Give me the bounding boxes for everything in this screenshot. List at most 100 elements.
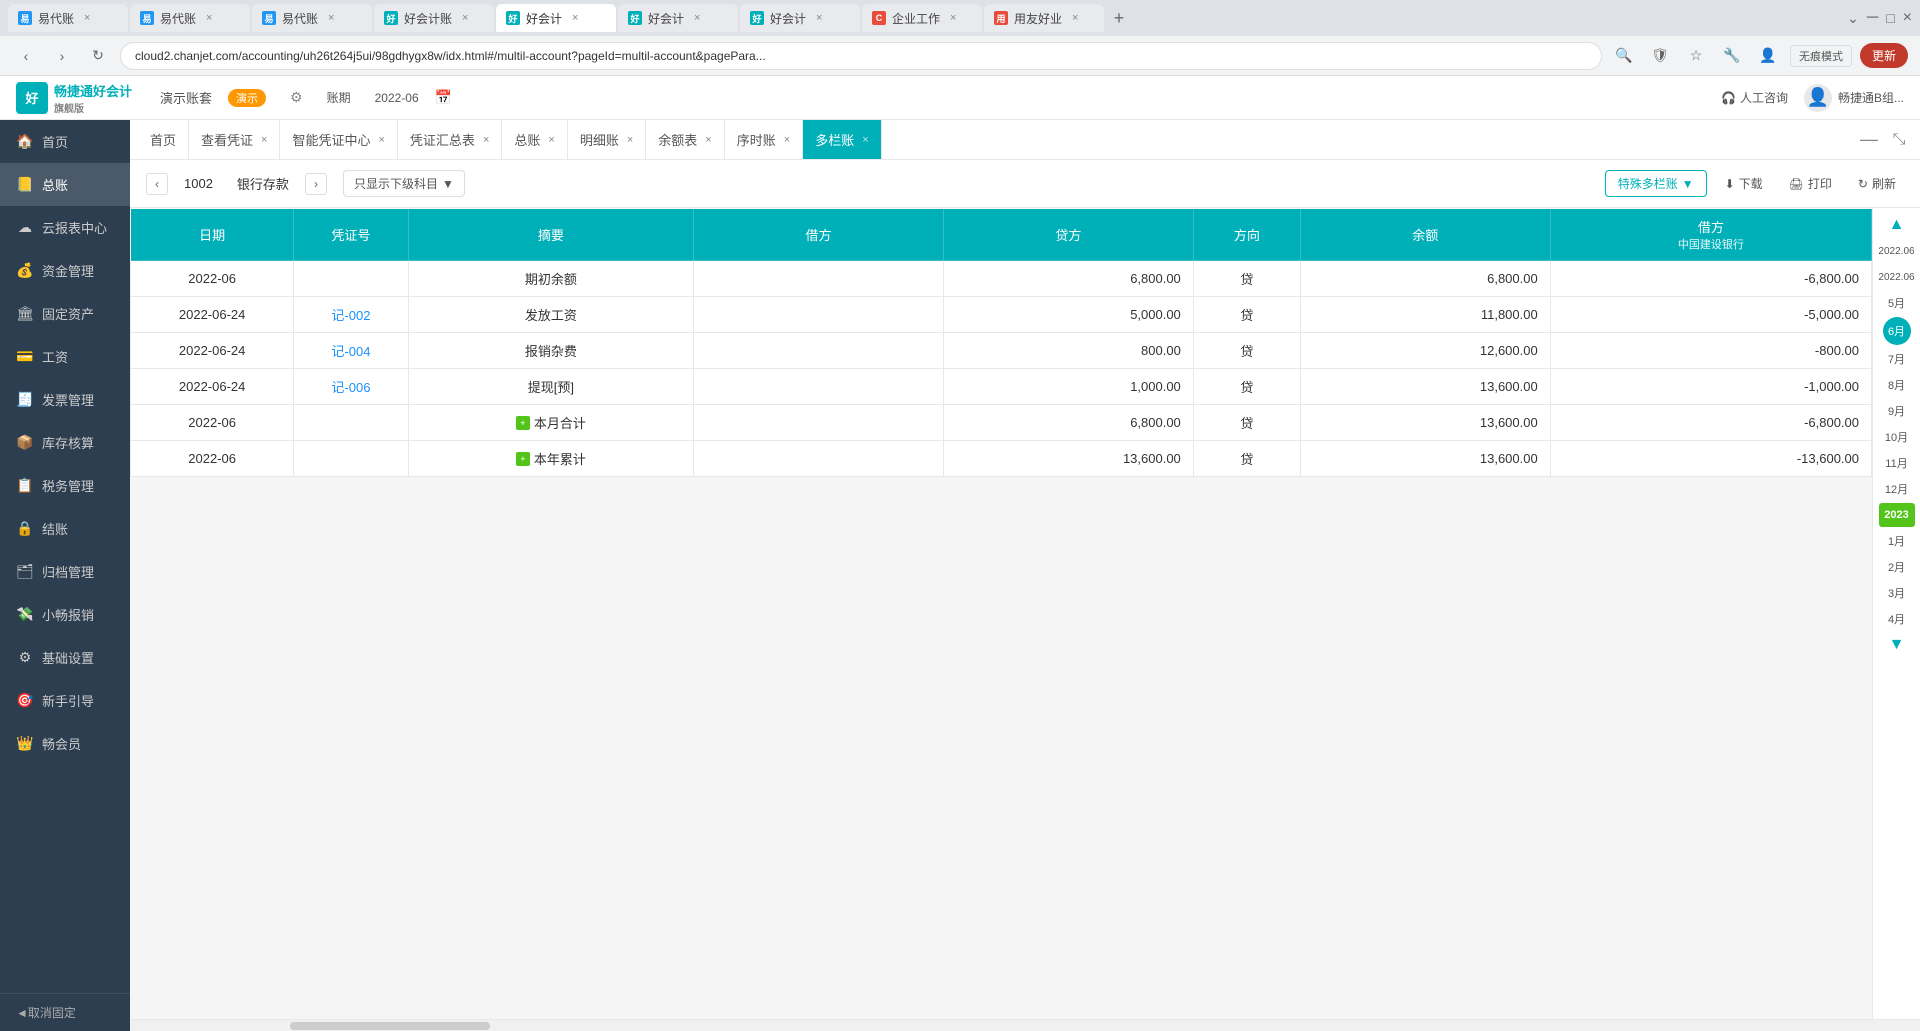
month-2[interactable]: 2月 [1879, 555, 1915, 579]
month-3[interactable]: 3月 [1879, 581, 1915, 605]
tab-close-8[interactable]: × [950, 12, 956, 24]
update-button[interactable]: 更新 [1860, 43, 1908, 68]
tab-general-ledger-close[interactable]: × [548, 134, 554, 146]
sidebar-item-fund[interactable]: 💰 资金管理 [0, 249, 130, 292]
star-icon[interactable]: ☆ [1682, 42, 1710, 70]
incognito-button[interactable]: 无痕模式 [1790, 45, 1852, 67]
sidebar-item-assets[interactable]: 🏛 固定资产 [0, 292, 130, 335]
service-button[interactable]: 🎧 人工咨询 [1721, 89, 1788, 106]
month-1[interactable]: 1月 [1879, 529, 1915, 553]
browser-tab-9[interactable]: 用 用友好业 × [984, 4, 1104, 32]
sidebar-item-payroll[interactable]: 💳 工资 [0, 335, 130, 378]
sidebar-item-closing[interactable]: 🔒 结账 [0, 507, 130, 550]
account-next-button[interactable]: › [305, 173, 327, 195]
tab-close-3[interactable]: × [328, 12, 334, 24]
browser-tab-1[interactable]: 易 易代账 × [8, 4, 128, 32]
browser-tab-4[interactable]: 好 好会计账 × [374, 4, 494, 32]
search-icon[interactable]: 🔍 [1610, 42, 1638, 70]
sidebar-item-inventory[interactable]: 📦 库存核算 [0, 421, 130, 464]
tab-home[interactable]: 首页 [138, 120, 189, 160]
month-5[interactable]: 5月 [1879, 291, 1915, 315]
tab-overflow-button[interactable]: ⌄ [1847, 10, 1859, 27]
tab-multi-column[interactable]: 多栏账 × [803, 120, 881, 160]
sidebar-item-settings[interactable]: ⚙ 基础设置 [0, 636, 130, 679]
tab-close-1[interactable]: × [84, 12, 90, 24]
sidebar-item-invoice[interactable]: 🧾 发票管理 [0, 378, 130, 421]
tab-chronological-close[interactable]: × [784, 134, 790, 146]
month-8[interactable]: 8月 [1879, 373, 1915, 397]
calendar-icon[interactable]: 📅 [435, 89, 452, 106]
month-7[interactable]: 7月 [1879, 347, 1915, 371]
tab-balance-close[interactable]: × [705, 134, 711, 146]
tab-view-voucher-close[interactable]: × [261, 134, 267, 146]
new-tab-button[interactable]: + [1106, 5, 1132, 31]
address-input[interactable] [120, 42, 1602, 70]
tab-close-4[interactable]: × [462, 12, 468, 24]
extensions-icon[interactable]: 🔧 [1718, 42, 1746, 70]
sidebar-item-member[interactable]: 👑 畅会员 [0, 722, 130, 765]
scrollbar-thumb[interactable] [290, 1022, 490, 1030]
month-6[interactable]: 6月 [1883, 317, 1911, 345]
special-multi-column-button[interactable]: 特殊多栏账 ▼ [1605, 170, 1707, 197]
tab-close-9[interactable]: × [1072, 12, 1078, 24]
month-12[interactable]: 12月 [1879, 477, 1915, 501]
browser-tab-8[interactable]: C 企业工作 × [862, 4, 982, 32]
month-scroll-up[interactable]: ▲ [1889, 216, 1905, 234]
tab-expand-button[interactable]: ⤡ [1886, 127, 1912, 153]
tab-detail-ledger[interactable]: 明细账 × [568, 120, 646, 160]
browser-tab-5[interactable]: 好 好会计 × [496, 4, 616, 32]
forward-button[interactable]: › [48, 42, 76, 70]
tab-general-ledger[interactable]: 总账 × [502, 120, 567, 160]
sidebar-item-tax[interactable]: 📋 税务管理 [0, 464, 130, 507]
browser-tab-2[interactable]: 易 易代账 × [130, 4, 250, 32]
sidebar-item-home[interactable]: 🏠 首页 [0, 120, 130, 163]
tab-detail-ledger-close[interactable]: × [627, 134, 633, 146]
maximize-button[interactable]: □ [1886, 10, 1894, 26]
tab-smart-voucher-close[interactable]: × [378, 134, 384, 146]
browser-tab-6[interactable]: 好 好会计 × [618, 4, 738, 32]
cell-voucher-3[interactable]: 记-004 [294, 333, 408, 369]
horizontal-scrollbar[interactable] [130, 1019, 1920, 1031]
user-profile[interactable]: 👤 畅捷通B组... [1804, 84, 1904, 112]
sidebar-item-ledger[interactable]: 📒 总账 [0, 163, 130, 206]
refresh-button[interactable]: ↻ 刷新 [1850, 171, 1904, 196]
sidebar-item-guide[interactable]: 🎯 新手引导 [0, 679, 130, 722]
month-scroll-down[interactable]: ▼ [1889, 636, 1905, 654]
print-button[interactable]: 🖨 打印 [1781, 171, 1840, 196]
month-10[interactable]: 10月 [1879, 425, 1915, 449]
sidebar-item-cloud-report[interactable]: ☁ 云报表中心 [0, 206, 130, 249]
tab-balance[interactable]: 余额表 × [646, 120, 724, 160]
back-button[interactable]: ‹ [12, 42, 40, 70]
browser-tab-7[interactable]: 好 好会计 × [740, 4, 860, 32]
tab-chronological[interactable]: 序时账 × [725, 120, 803, 160]
period-2022-06-1[interactable]: 2022.06 [1879, 239, 1915, 263]
tab-close-7[interactable]: × [816, 12, 822, 24]
month-9[interactable]: 9月 [1879, 399, 1915, 423]
sidebar-item-expense[interactable]: 💸 小畅报销 [0, 593, 130, 636]
cell-voucher-4[interactable]: 记-006 [294, 369, 408, 405]
settings-icon[interactable]: ⚙ [290, 89, 303, 106]
cell-voucher-2[interactable]: 记-002 [294, 297, 408, 333]
sidebar-item-archive[interactable]: 🗂 归档管理 [0, 550, 130, 593]
close-window-button[interactable]: × [1903, 9, 1912, 27]
download-button[interactable]: ⬇ 下载 [1717, 171, 1771, 196]
browser-tab-3[interactable]: 易 易代账 × [252, 4, 372, 32]
month-11[interactable]: 11月 [1879, 451, 1915, 475]
tab-smart-voucher[interactable]: 智能凭证中心 × [280, 120, 397, 160]
refresh-nav-button[interactable]: ↻ [84, 42, 112, 70]
tab-multi-column-close[interactable]: × [862, 134, 868, 146]
profile-icon[interactable]: 👤 [1754, 42, 1782, 70]
filter-select[interactable]: 只显示下级科目 ▼ [343, 170, 465, 197]
year-badge-2023[interactable]: 2023 [1879, 503, 1915, 527]
tab-voucher-summary-close[interactable]: × [483, 134, 489, 146]
tab-view-voucher[interactable]: 查看凭证 × [189, 120, 280, 160]
tab-close-5[interactable]: × [572, 12, 578, 24]
tab-voucher-summary[interactable]: 凭证汇总表 × [398, 120, 502, 160]
tab-collapse-button[interactable]: — [1856, 127, 1882, 153]
minimize-button[interactable]: ─ [1867, 9, 1878, 27]
tab-close-2[interactable]: × [206, 12, 212, 24]
sidebar-unpin-button[interactable]: ◄取消固定 [0, 993, 130, 1031]
period-2022-06-2[interactable]: 2022.06 [1879, 265, 1915, 289]
month-4[interactable]: 4月 [1879, 607, 1915, 631]
account-prev-button[interactable]: ‹ [146, 173, 168, 195]
